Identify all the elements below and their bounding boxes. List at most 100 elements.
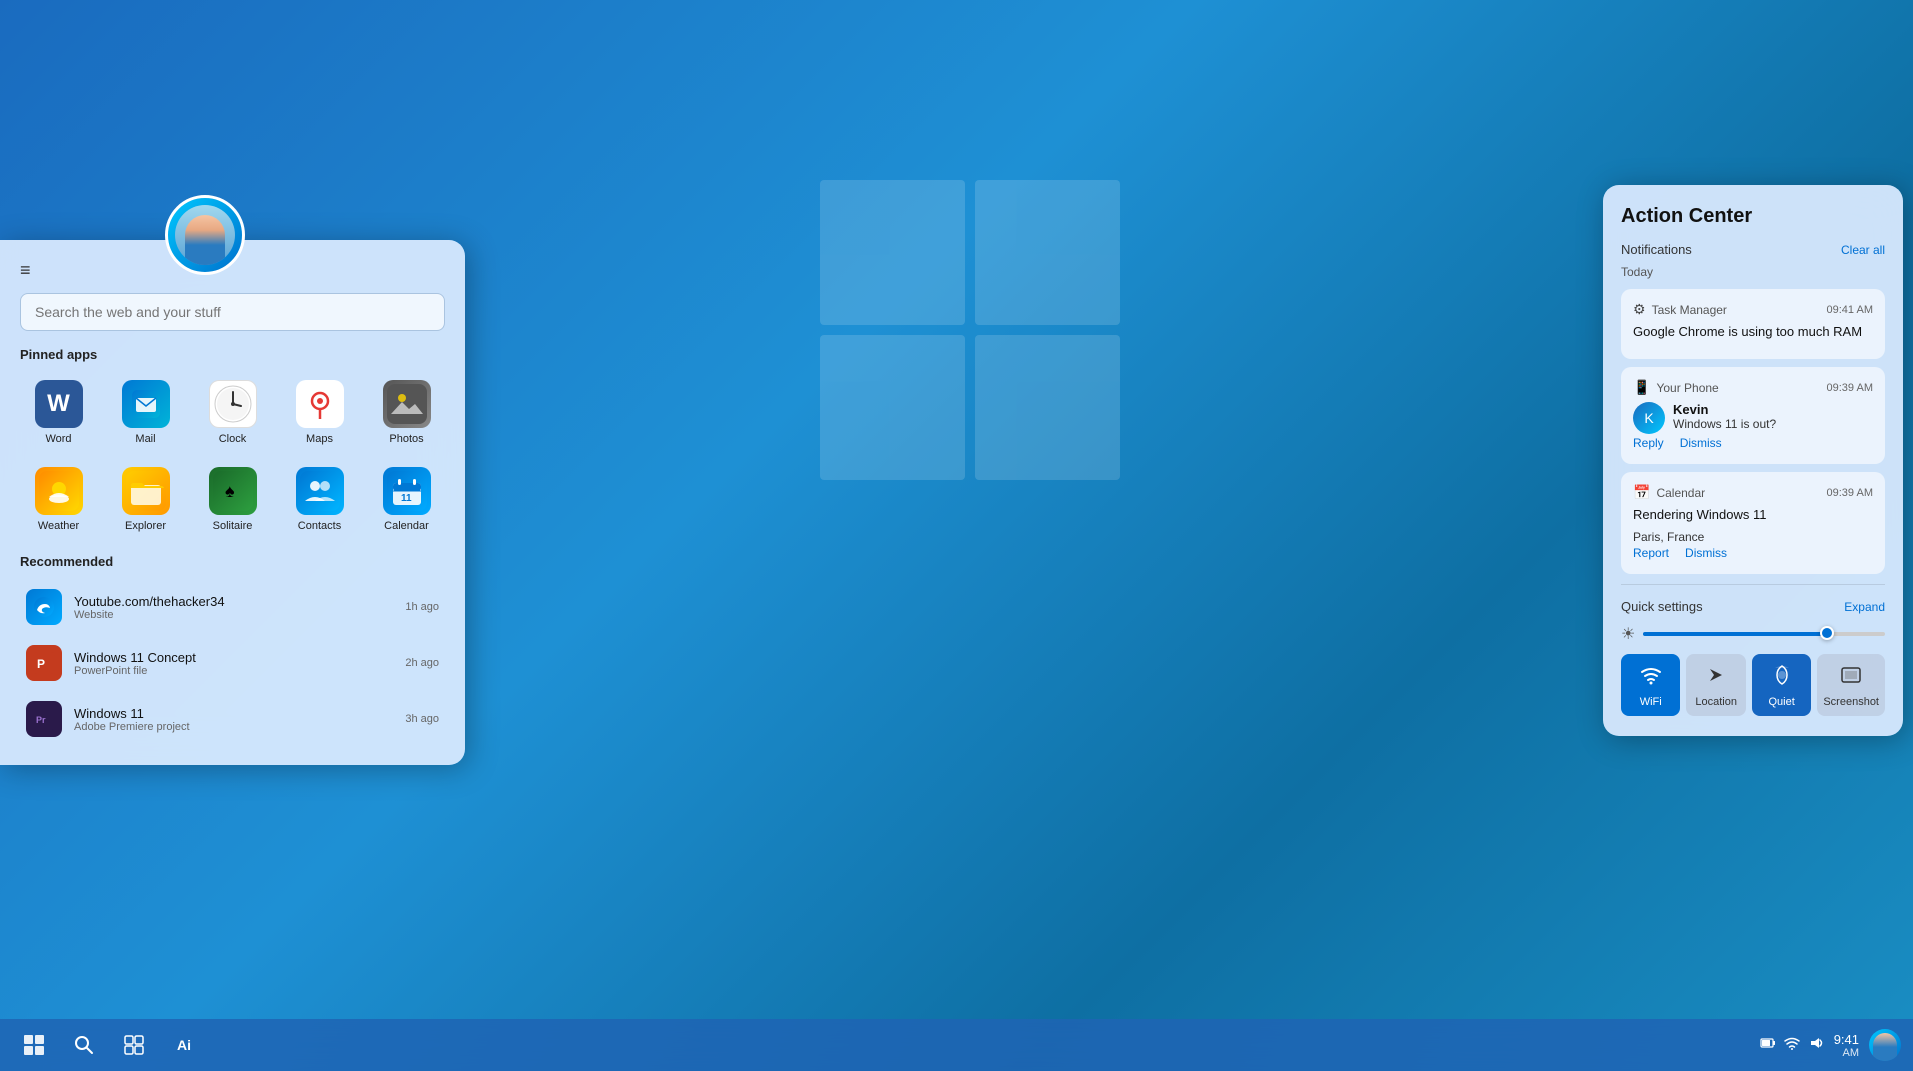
notif-app-name-cal: Calendar xyxy=(1656,486,1705,500)
notif-header-tm: ⚙ Task Manager 09:41 AM xyxy=(1633,301,1873,318)
brightness-thumb[interactable] xyxy=(1820,626,1834,640)
calendar-app-icon: 📅 xyxy=(1633,484,1650,501)
dismiss-button-yp[interactable]: Dismiss xyxy=(1680,434,1722,452)
report-button[interactable]: Report xyxy=(1633,544,1669,562)
divider xyxy=(1621,584,1885,585)
rec-sub-youtube: Website xyxy=(74,609,405,621)
quick-settings-section: Quick settings Expand ☀ WiFi Location xyxy=(1621,599,1885,716)
taskbar-user-avatar[interactable] xyxy=(1869,1029,1901,1061)
clock-icon xyxy=(209,380,257,428)
notification-your-phone: 📱 Your Phone 09:39 AM K Kevin Windows 11… xyxy=(1621,367,1885,464)
rec-item-ppt[interactable]: P Windows 11 Concept PowerPoint file 2h … xyxy=(20,637,445,689)
notif-actions-cal: Report Dismiss xyxy=(1633,544,1873,562)
edge-icon xyxy=(26,589,62,625)
notifications-label: Notifications xyxy=(1621,242,1692,257)
app-label-mail: Mail xyxy=(135,433,155,445)
wifi-tile-icon xyxy=(1640,664,1662,692)
quick-settings-tiles: WiFi Location Quiet Screenshot xyxy=(1621,654,1885,716)
rec-sub-premiere: Adobe Premiere project xyxy=(74,721,405,733)
svg-text:11: 11 xyxy=(401,493,412,504)
today-label: Today xyxy=(1621,265,1885,279)
expand-button[interactable]: Expand xyxy=(1844,600,1885,614)
rec-time-premiere: 3h ago xyxy=(405,713,439,725)
windows-logo-watermark xyxy=(820,180,1120,480)
dismiss-button-cal[interactable]: Dismiss xyxy=(1685,544,1727,562)
battery-icon xyxy=(1760,1035,1776,1056)
win-logo-cell-bl xyxy=(820,335,965,480)
solitaire-icon: ♠ xyxy=(209,467,257,515)
notification-calendar: 📅 Calendar 09:39 AM Rendering Windows 11… xyxy=(1621,472,1885,574)
notif-time-cal: 09:39 AM xyxy=(1827,487,1873,499)
clock-time: 9:41 xyxy=(1834,1032,1859,1047)
ai-button[interactable]: Ai xyxy=(162,1023,206,1067)
brightness-slider[interactable] xyxy=(1643,632,1885,636)
search-button[interactable] xyxy=(62,1023,106,1067)
location-tile-icon xyxy=(1705,664,1727,692)
app-item-weather[interactable]: Weather xyxy=(20,461,97,538)
powerpoint-icon: P xyxy=(26,645,62,681)
qs-tile-location[interactable]: Location xyxy=(1686,654,1745,716)
qs-tile-screenshot[interactable]: Screenshot xyxy=(1817,654,1885,716)
app-item-mail[interactable]: Mail xyxy=(107,374,184,451)
notif-location-cal: Paris, France xyxy=(1633,530,1873,544)
svg-text:P: P xyxy=(37,657,45,671)
qs-tile-quiet[interactable]: Quiet xyxy=(1752,654,1811,716)
app-label-word: Word xyxy=(45,433,71,445)
app-label-weather: Weather xyxy=(38,520,79,532)
notif-body-tm: Google Chrome is using too much RAM xyxy=(1633,324,1873,339)
search-input[interactable] xyxy=(20,293,445,331)
rec-title-premiere: Windows 11 xyxy=(74,706,405,721)
app-item-photos[interactable]: Photos xyxy=(368,374,445,451)
svg-text:Pr: Pr xyxy=(36,715,46,725)
mail-icon xyxy=(122,380,170,428)
rec-item-premiere[interactable]: Pr Windows 11 Adobe Premiere project 3h … xyxy=(20,693,445,745)
reply-button[interactable]: Reply xyxy=(1633,434,1664,452)
photos-icon xyxy=(383,380,431,428)
rec-item-youtube[interactable]: Youtube.com/thehacker34 Website 1h ago xyxy=(20,581,445,633)
explorer-icon xyxy=(122,467,170,515)
app-label-contacts: Contacts xyxy=(298,520,341,532)
rec-text-youtube: Youtube.com/thehacker34 Website xyxy=(74,594,405,621)
word-icon: W xyxy=(35,380,83,428)
qs-tile-wifi[interactable]: WiFi xyxy=(1621,654,1680,716)
screenshot-tile-label: Screenshot xyxy=(1823,696,1879,708)
app-item-solitaire[interactable]: ♠ Solitaire xyxy=(194,461,271,538)
rec-sub-ppt: PowerPoint file xyxy=(74,665,405,677)
rec-text-ppt: Windows 11 Concept PowerPoint file xyxy=(74,650,405,677)
app-item-maps[interactable]: Maps xyxy=(281,374,358,451)
app-item-explorer[interactable]: Explorer xyxy=(107,461,184,538)
premiere-icon: Pr xyxy=(26,701,62,737)
app-item-word[interactable]: W Word xyxy=(20,374,97,451)
maps-icon xyxy=(296,380,344,428)
app-item-clock[interactable]: Clock xyxy=(194,374,271,451)
brightness-fill xyxy=(1643,632,1824,636)
screenshot-tile-icon xyxy=(1840,664,1862,692)
clear-all-button[interactable]: Clear all xyxy=(1841,243,1885,257)
app-item-contacts[interactable]: Contacts xyxy=(281,461,358,538)
app-item-calendar[interactable]: 11 Calendar xyxy=(368,461,445,538)
app-label-clock: Clock xyxy=(219,433,247,445)
task-manager-app-icon: ⚙ xyxy=(1633,301,1646,318)
clock-display[interactable]: 9:41 AM xyxy=(1834,1032,1859,1059)
notification-task-manager: ⚙ Task Manager 09:41 AM Google Chrome is… xyxy=(1621,289,1885,359)
quick-settings-header: Quick settings Expand xyxy=(1621,599,1885,614)
action-center: Action Center Notifications Clear all To… xyxy=(1603,185,1903,736)
notif-time-tm: 09:41 AM xyxy=(1827,304,1873,316)
notif-message-text: Windows 11 is out? xyxy=(1673,417,1776,431)
notif-app-info-yp: 📱 Your Phone xyxy=(1633,379,1719,396)
win-logo-cell-tl xyxy=(820,180,965,325)
win-logo-cell-br xyxy=(975,335,1120,480)
app-label-explorer: Explorer xyxy=(125,520,166,532)
notif-app-info-tm: ⚙ Task Manager xyxy=(1633,301,1727,318)
task-view-button[interactable] xyxy=(112,1023,156,1067)
svg-text:♠: ♠ xyxy=(225,481,235,501)
rec-time-ppt: 2h ago xyxy=(405,657,439,669)
user-avatar[interactable] xyxy=(165,195,245,275)
system-tray xyxy=(1760,1035,1824,1056)
notif-app-name-tm: Task Manager xyxy=(1652,303,1727,317)
taskbar-left-section: Ai xyxy=(12,1023,206,1067)
calendar-icon: 11 xyxy=(383,467,431,515)
start-button[interactable] xyxy=(12,1023,56,1067)
notif-avatar-kevin: K xyxy=(1633,402,1665,434)
notif-time-yp: 09:39 AM xyxy=(1827,382,1873,394)
